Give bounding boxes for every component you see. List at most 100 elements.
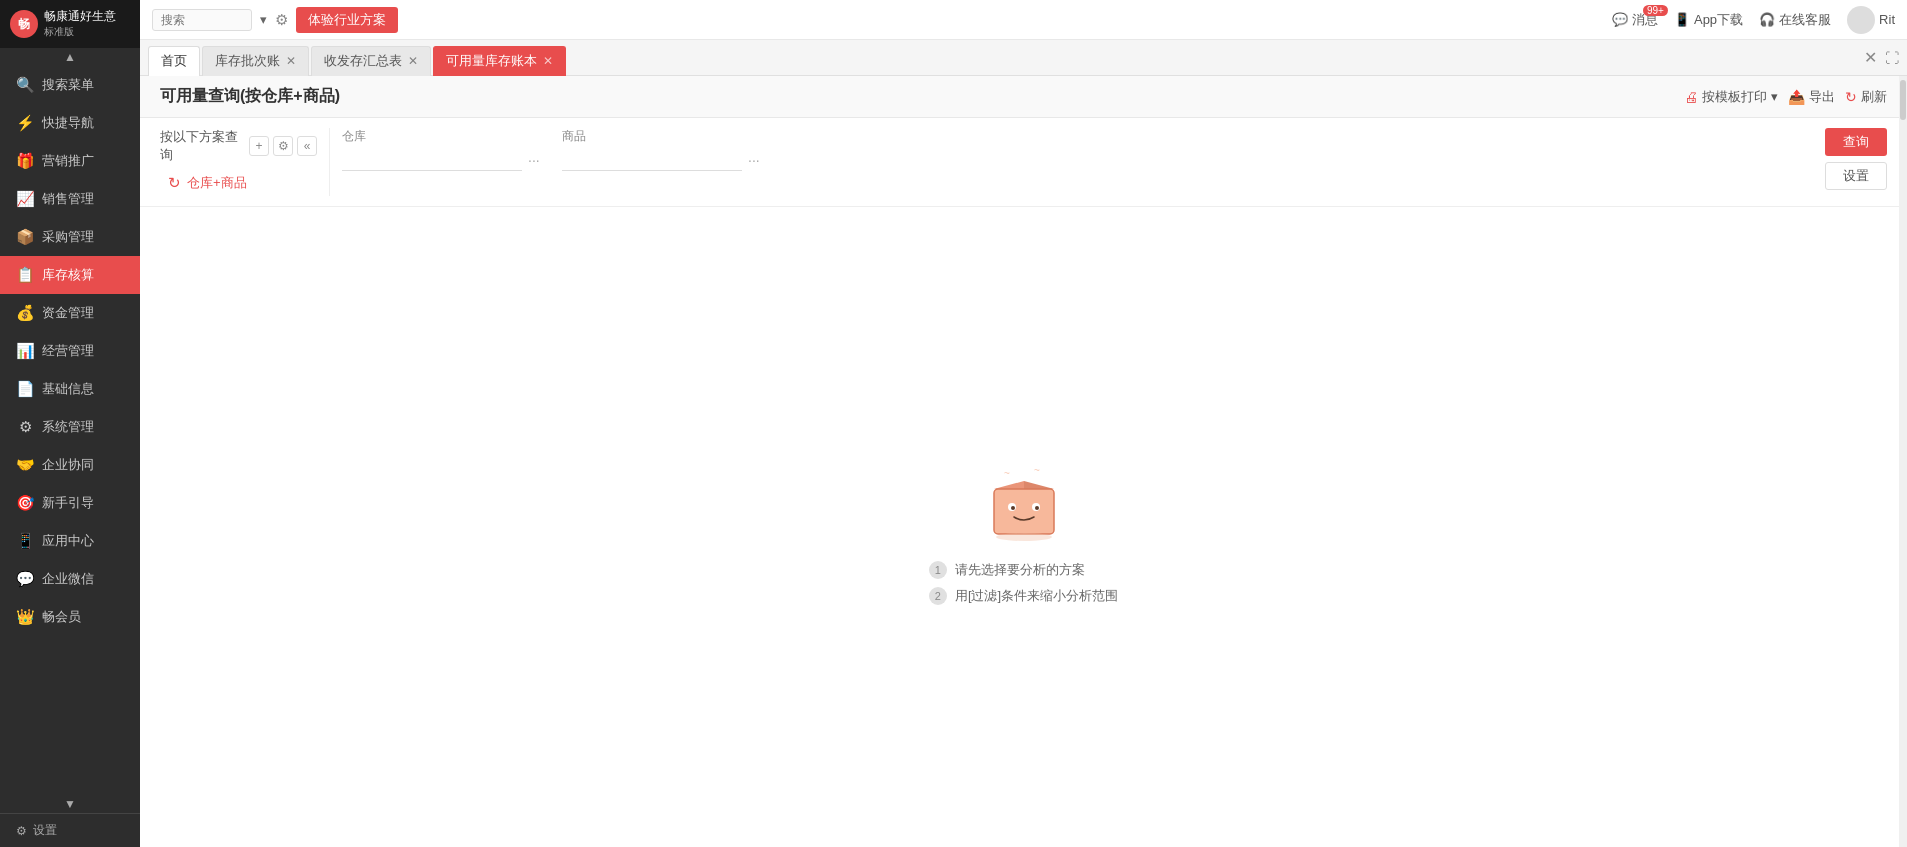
empty-hint-2: 2 用[过滤]条件来缩小分析范围 — [929, 587, 1118, 605]
sidebar-item-member[interactable]: 👑 畅会员 — [0, 598, 140, 636]
filter-actions: 查询 设置 — [1825, 128, 1887, 190]
marketing-icon: 🎁 — [16, 152, 34, 170]
shortcut-icon: ⚡ — [16, 114, 34, 132]
sidebar: 畅 畅康通好生意 标准版 ▲ 🔍 搜索菜单 ⚡ 快捷导航 🎁 营销推广 📈 销售… — [0, 0, 140, 847]
sidebar-scroll-down[interactable]: ▼ — [0, 795, 140, 813]
tab-inventory-summary[interactable]: 收发存汇总表 ✕ — [311, 46, 431, 76]
goods-input[interactable] — [562, 149, 742, 171]
sidebar-item-label: 基础信息 — [42, 380, 94, 398]
app-download-icon: 📱 — [1674, 12, 1690, 27]
tab-inventory-summary-close-icon[interactable]: ✕ — [408, 54, 418, 68]
scheme-item-label: 仓库+商品 — [187, 174, 247, 192]
tabbar-close-btn[interactable]: ✕ — [1864, 48, 1877, 67]
tab-available-inventory[interactable]: 可用量库存账本 ✕ — [433, 46, 566, 76]
sidebar-item-finance[interactable]: 💰 资金管理 — [0, 294, 140, 332]
empty-hint-1: 1 请先选择要分析的方案 — [929, 561, 1118, 579]
topbar-gear-btn[interactable]: ⚙ — [275, 11, 288, 29]
page-header: 可用量查询(按仓库+商品) 🖨 按模板打印 ▾ 📤 导出 ↻ 刷新 — [140, 76, 1907, 118]
message-badge: 99+ — [1643, 5, 1668, 16]
tabbar-end: ✕ ⛶ — [1864, 48, 1899, 67]
export-btn[interactable]: 📤 导出 — [1788, 88, 1835, 106]
query-btn[interactable]: 查询 — [1825, 128, 1887, 156]
scheme-item-warehouse-goods[interactable]: ↻ 仓库+商品 — [160, 170, 317, 196]
empty-illustration: ~ ~ — [974, 449, 1074, 549]
member-icon: 👑 — [16, 608, 34, 626]
finance-icon: 💰 — [16, 304, 34, 322]
sidebar-item-basic-info[interactable]: 📄 基础信息 — [0, 370, 140, 408]
filter-settings-btn[interactable]: 设置 — [1825, 162, 1887, 190]
enterprise-icon: 🤝 — [16, 456, 34, 474]
tabbar-resize-btn[interactable]: ⛶ — [1885, 50, 1899, 66]
sidebar-item-newbie[interactable]: 🎯 新手引导 — [0, 484, 140, 522]
print-template-btn[interactable]: 🖨 按模板打印 ▾ — [1684, 88, 1778, 106]
sidebar-item-system[interactable]: ⚙ 系统管理 — [0, 408, 140, 446]
hint-num-2: 2 — [929, 587, 947, 605]
page-title: 可用量查询(按仓库+商品) — [160, 86, 340, 107]
online-service-label: 在线客服 — [1779, 11, 1831, 29]
page-content: 可用量查询(按仓库+商品) 🖨 按模板打印 ▾ 📤 导出 ↻ 刷新 — [140, 76, 1907, 847]
online-service-icon: 🎧 — [1759, 12, 1775, 27]
tab-home[interactable]: 首页 — [148, 46, 200, 76]
inventory-icon: 📋 — [16, 266, 34, 284]
filter-scheme-panel: 按以下方案查询 + ⚙ « ↻ 仓库+商品 — [160, 128, 330, 196]
user-avatar-btn[interactable]: Rit — [1847, 6, 1895, 34]
sidebar-item-app-center[interactable]: 📱 应用中心 — [0, 522, 140, 560]
sidebar-header: 畅 畅康通好生意 标准版 — [0, 0, 140, 48]
print-dropdown-icon[interactable]: ▾ — [1771, 89, 1778, 104]
sidebar-item-label: 应用中心 — [42, 532, 94, 550]
sidebar-scroll-up[interactable]: ▲ — [0, 48, 140, 66]
warehouse-input[interactable] — [342, 149, 522, 171]
right-scrollbar[interactable] — [1899, 76, 1907, 847]
purchase-icon: 📦 — [16, 228, 34, 246]
export-icon: 📤 — [1788, 89, 1805, 105]
sidebar-item-label: 快捷导航 — [42, 114, 94, 132]
svg-point-4 — [1011, 506, 1015, 510]
tab-batch-close-icon[interactable]: ✕ — [286, 54, 296, 68]
sidebar-item-search[interactable]: 🔍 搜索菜单 — [0, 66, 140, 104]
sidebar-item-wechat[interactable]: 💬 企业微信 — [0, 560, 140, 598]
topbar: ▾ ⚙ 体验行业方案 💬 消息 99+ 📱 App下载 🎧 在线客服 Rit — [140, 0, 1907, 40]
filter-scheme-title-label: 按以下方案查询 — [160, 128, 249, 164]
operation-icon: 📊 — [16, 342, 34, 360]
sidebar-item-enterprise[interactable]: 🤝 企业协同 — [0, 446, 140, 484]
refresh-icon: ↻ — [1845, 89, 1857, 105]
scheme-settings-btn[interactable]: ⚙ — [273, 136, 293, 156]
sidebar-item-label: 新手引导 — [42, 494, 94, 512]
scheme-collapse-btn[interactable]: « — [297, 136, 317, 156]
goods-label: 商品 — [562, 128, 762, 145]
tab-batch-account-label: 库存批次账 — [215, 52, 280, 70]
tabbar: 首页 库存批次账 ✕ 收发存汇总表 ✕ 可用量库存账本 ✕ ✕ ⛶ — [140, 40, 1907, 76]
tab-available-close-icon[interactable]: ✕ — [543, 54, 553, 68]
scheme-add-btn[interactable]: + — [249, 136, 269, 156]
empty-hints: 1 请先选择要分析的方案 2 用[过滤]条件来缩小分析范围 — [929, 561, 1118, 605]
main-area: ▾ ⚙ 体验行业方案 💬 消息 99+ 📱 App下载 🎧 在线客服 Rit — [140, 0, 1907, 847]
online-service-btn[interactable]: 🎧 在线客服 — [1759, 11, 1831, 29]
goods-more-btn[interactable]: ··· — [748, 152, 760, 168]
sidebar-item-label: 搜索菜单 — [42, 76, 94, 94]
refresh-btn[interactable]: ↻ 刷新 — [1845, 88, 1887, 106]
app-download-btn[interactable]: 📱 App下载 — [1674, 11, 1743, 29]
print-icon: 🖨 — [1684, 89, 1698, 105]
sidebar-item-shortcut[interactable]: ⚡ 快捷导航 — [0, 104, 140, 142]
tab-batch-account[interactable]: 库存批次账 ✕ — [202, 46, 309, 76]
sidebar-item-label: 企业微信 — [42, 570, 94, 588]
svg-point-6 — [996, 533, 1052, 541]
warehouse-more-btn[interactable]: ··· — [528, 152, 540, 168]
hint-text-1: 请先选择要分析的方案 — [955, 561, 1085, 579]
sales-icon: 📈 — [16, 190, 34, 208]
sidebar-settings[interactable]: ⚙ 设置 — [0, 813, 140, 847]
svg-text:~: ~ — [1034, 465, 1040, 476]
sidebar-item-label: 采购管理 — [42, 228, 94, 246]
sidebar-item-sales[interactable]: 📈 销售管理 — [0, 180, 140, 218]
topbar-dropdown-btn[interactable]: ▾ — [260, 12, 267, 27]
goods-row: ··· — [562, 149, 762, 171]
app-name: 畅康通好生意 — [44, 9, 116, 25]
sidebar-item-purchase[interactable]: 📦 采购管理 — [0, 218, 140, 256]
topbar-search-input[interactable] — [152, 9, 252, 31]
sidebar-item-inventory[interactable]: 📋 库存核算 — [0, 256, 140, 294]
experience-industry-btn[interactable]: 体验行业方案 — [296, 7, 398, 33]
message-btn[interactable]: 💬 消息 99+ — [1612, 11, 1658, 29]
sidebar-item-operation[interactable]: 📊 经营管理 — [0, 332, 140, 370]
svg-text:~: ~ — [1004, 468, 1010, 479]
sidebar-item-marketing[interactable]: 🎁 营销推广 — [0, 142, 140, 180]
